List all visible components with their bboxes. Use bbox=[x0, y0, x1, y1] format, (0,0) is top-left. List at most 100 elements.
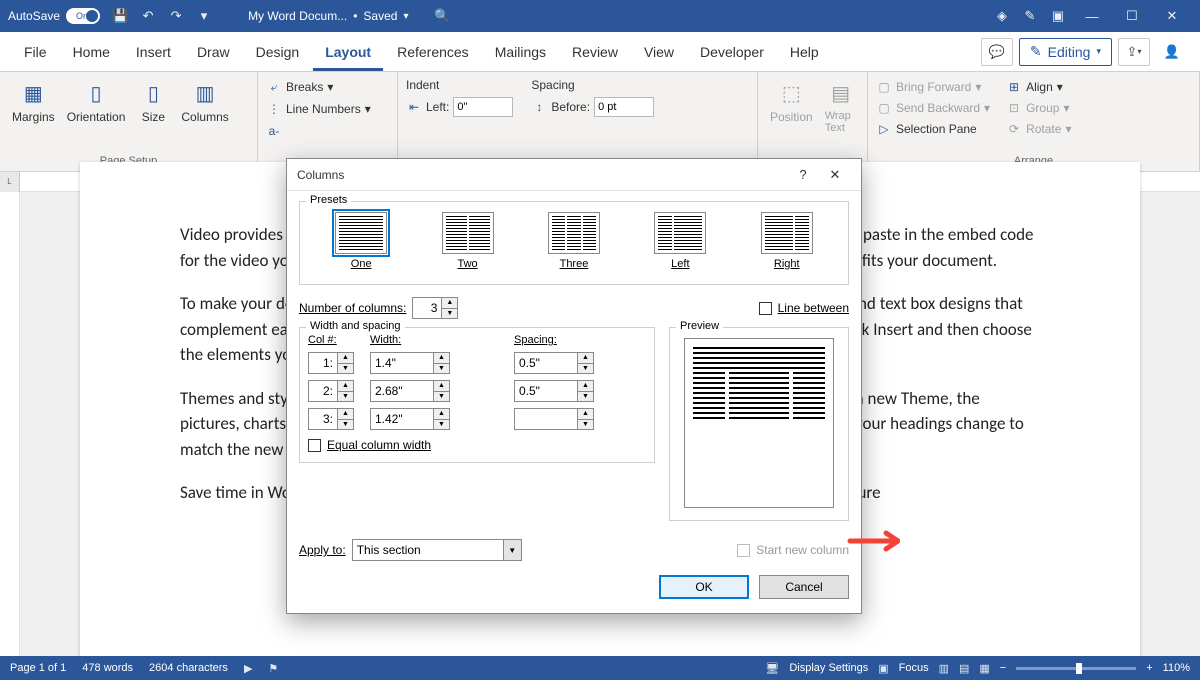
col-1-num-field[interactable] bbox=[308, 352, 338, 374]
spin-down-icon[interactable]: ▼ bbox=[578, 364, 593, 374]
tab-draw[interactable]: Draw bbox=[185, 32, 242, 71]
spin-up-icon[interactable]: ▲ bbox=[578, 409, 593, 420]
col-1-spacing-field[interactable] bbox=[514, 352, 578, 374]
qat-dropdown-icon[interactable]: ▾ bbox=[190, 2, 218, 30]
selection-pane-button[interactable]: ▷Selection Pane bbox=[876, 120, 990, 138]
columns-button[interactable]: ▥Columns bbox=[177, 76, 232, 153]
tab-references[interactable]: References bbox=[385, 32, 481, 71]
col-3-width-field[interactable] bbox=[370, 408, 434, 430]
ok-button[interactable]: OK bbox=[659, 575, 749, 599]
spin-up-icon[interactable]: ▲ bbox=[578, 381, 593, 392]
zoom-level[interactable]: 110% bbox=[1163, 662, 1190, 674]
preset-left[interactable]: Left bbox=[654, 212, 706, 270]
col-2-num[interactable]: ▲▼ bbox=[308, 380, 356, 402]
spin-down-icon[interactable]: ▼ bbox=[434, 392, 449, 402]
col-1-num[interactable]: ▲▼ bbox=[308, 352, 356, 374]
col-2-spacing-field[interactable] bbox=[514, 380, 578, 402]
tab-home[interactable]: Home bbox=[61, 32, 122, 71]
tab-help[interactable]: Help bbox=[778, 32, 831, 71]
col-3-spacing[interactable]: ▲▼ bbox=[514, 408, 644, 430]
spin-down-icon[interactable]: ▼ bbox=[442, 309, 457, 319]
line-numbers-button[interactable]: ⋮Line Numbers ▾ bbox=[266, 100, 389, 118]
line-between-checkbox[interactable]: Line between bbox=[759, 301, 849, 315]
num-cols-field[interactable] bbox=[412, 297, 442, 319]
col-3-spacing-field[interactable] bbox=[514, 408, 578, 430]
spin-down-icon[interactable]: ▼ bbox=[578, 392, 593, 402]
pen-icon[interactable]: ✎ bbox=[1016, 2, 1044, 30]
dialog-help-button[interactable]: ? bbox=[787, 159, 819, 191]
web-layout-icon[interactable]: ▦ bbox=[979, 662, 989, 675]
focus-icon[interactable]: ▣ bbox=[878, 662, 888, 675]
status-page[interactable]: Page 1 of 1 bbox=[10, 662, 66, 674]
status-display[interactable]: Display Settings bbox=[789, 662, 868, 674]
spin-down-icon[interactable]: ▼ bbox=[434, 364, 449, 374]
tab-file[interactable]: File bbox=[12, 32, 59, 71]
col-2-num-field[interactable] bbox=[308, 380, 338, 402]
col-2-width[interactable]: ▲▼ bbox=[370, 380, 500, 402]
share-button[interactable]: ⇪▾ bbox=[1118, 38, 1150, 66]
zoom-in-button[interactable]: + bbox=[1146, 662, 1152, 674]
spin-down-icon[interactable]: ▼ bbox=[578, 420, 593, 430]
chevron-down-icon[interactable]: ▼ bbox=[503, 540, 521, 560]
save-icon[interactable]: 💾 bbox=[106, 2, 134, 30]
spin-up-icon[interactable]: ▲ bbox=[442, 298, 457, 309]
spin-up-icon[interactable]: ▲ bbox=[338, 409, 353, 420]
spin-down-icon[interactable]: ▼ bbox=[338, 420, 353, 430]
tab-insert[interactable]: Insert bbox=[124, 32, 183, 71]
redo-icon[interactable]: ↷ bbox=[162, 2, 190, 30]
spacing-before-input[interactable] bbox=[594, 97, 654, 117]
zoom-slider[interactable] bbox=[1016, 667, 1136, 670]
tab-mailings[interactable]: Mailings bbox=[483, 32, 558, 71]
preset-one[interactable]: One bbox=[335, 212, 387, 270]
col-2-width-field[interactable] bbox=[370, 380, 434, 402]
spin-up-icon[interactable]: ▲ bbox=[338, 381, 353, 392]
hyphenation-button[interactable]: a- bbox=[266, 122, 389, 140]
col-1-spacing[interactable]: ▲▼ bbox=[514, 352, 644, 374]
preset-right[interactable]: Right bbox=[761, 212, 813, 270]
spin-down-icon[interactable]: ▼ bbox=[434, 420, 449, 430]
col-3-num[interactable]: ▲▼ bbox=[308, 408, 356, 430]
breaks-button[interactable]: ⤶Breaks ▾ bbox=[266, 78, 389, 96]
tab-developer[interactable]: Developer bbox=[688, 32, 776, 71]
status-accessibility-icon[interactable]: ⚑ bbox=[268, 662, 278, 675]
spin-down-icon[interactable]: ▼ bbox=[338, 392, 353, 402]
col-3-num-field[interactable] bbox=[308, 408, 338, 430]
spin-up-icon[interactable]: ▲ bbox=[434, 353, 449, 364]
col-3-width[interactable]: ▲▼ bbox=[370, 408, 500, 430]
zoom-out-button[interactable]: − bbox=[1000, 662, 1006, 674]
undo-icon[interactable]: ↶ bbox=[134, 2, 162, 30]
print-layout-icon[interactable]: ▤ bbox=[959, 662, 969, 675]
status-focus[interactable]: Focus bbox=[899, 662, 929, 674]
minimize-button[interactable]: — bbox=[1072, 2, 1112, 30]
document-title[interactable]: My Word Docum... • Saved ▾ bbox=[248, 9, 408, 23]
dialog-close-button[interactable]: ✕ bbox=[819, 159, 851, 191]
indent-left-input[interactable] bbox=[453, 97, 513, 117]
num-cols-input[interactable]: ▲▼ bbox=[412, 297, 458, 319]
spin-up-icon[interactable]: ▲ bbox=[578, 353, 593, 364]
status-macro-icon[interactable]: ▶ bbox=[244, 662, 252, 675]
diamond-icon[interactable]: ◈ bbox=[988, 2, 1016, 30]
spin-up-icon[interactable]: ▲ bbox=[434, 409, 449, 420]
apply-to-combo[interactable]: This section▼ bbox=[352, 539, 522, 561]
tab-layout[interactable]: Layout bbox=[313, 32, 383, 71]
orientation-button[interactable]: ▯Orientation bbox=[63, 76, 130, 153]
col-1-width-field[interactable] bbox=[370, 352, 434, 374]
status-words[interactable]: 478 words bbox=[82, 662, 133, 674]
search-icon[interactable]: 🔍 bbox=[428, 2, 456, 30]
spin-up-icon[interactable]: ▲ bbox=[434, 381, 449, 392]
cancel-button[interactable]: Cancel bbox=[759, 575, 849, 599]
equal-width-checkbox[interactable]: Equal column width bbox=[308, 438, 646, 452]
col-1-width[interactable]: ▲▼ bbox=[370, 352, 500, 374]
account-icon[interactable]: 👤 bbox=[1156, 38, 1188, 66]
maximize-button[interactable]: ☐ bbox=[1112, 2, 1152, 30]
preset-two[interactable]: Two bbox=[442, 212, 494, 270]
status-chars[interactable]: 2604 characters bbox=[149, 662, 228, 674]
window-icon[interactable]: ▣ bbox=[1044, 2, 1072, 30]
size-button[interactable]: ▯Size bbox=[133, 76, 173, 153]
editing-mode[interactable]: ✎ Editing ▾ bbox=[1019, 38, 1112, 66]
spin-up-icon[interactable]: ▲ bbox=[338, 353, 353, 364]
tab-view[interactable]: View bbox=[632, 32, 686, 71]
read-mode-icon[interactable]: ▥ bbox=[939, 662, 949, 675]
align-button[interactable]: ⊞Align ▾ bbox=[1006, 78, 1071, 96]
vertical-ruler[interactable] bbox=[0, 192, 20, 660]
